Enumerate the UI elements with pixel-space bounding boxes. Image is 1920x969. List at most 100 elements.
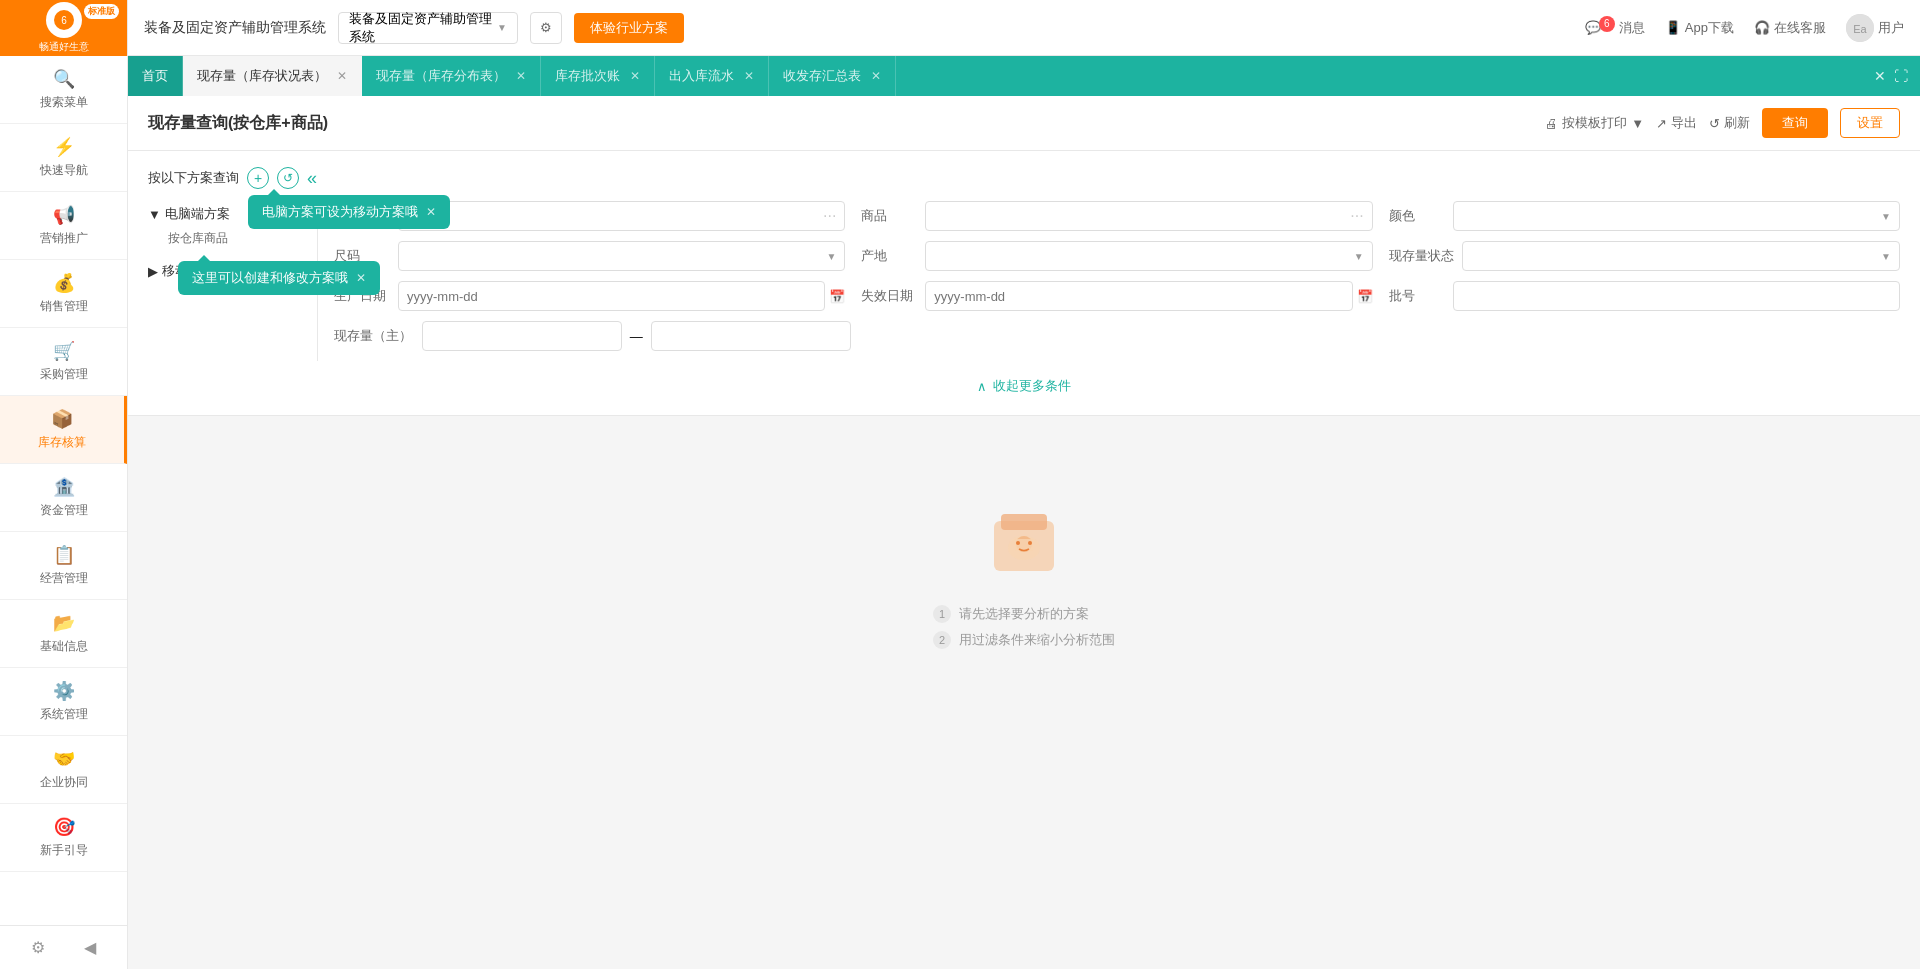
filter-row-2: 尺码 ▼ 产地 ▼ — [334, 241, 1900, 271]
sidebar-item-enterprise[interactable]: 🤝 企业协同 — [0, 736, 127, 804]
sales-icon: 💰 — [53, 272, 75, 294]
sidebar-item-operations[interactable]: 📋 经营管理 — [0, 532, 127, 600]
expire-date-calendar-icon[interactable]: 📅 — [1357, 289, 1373, 304]
system-icon: ⚙️ — [53, 680, 75, 702]
settings-btn[interactable]: 设置 — [1840, 108, 1900, 138]
prod-date-input[interactable] — [398, 281, 825, 311]
size-field: 尺码 ▼ — [334, 241, 845, 271]
export-label: 导出 — [1671, 114, 1697, 132]
refresh-btn[interactable]: ↺ 刷新 — [1709, 114, 1750, 132]
sidebar-item-basic-info[interactable]: 📂 基础信息 — [0, 600, 127, 668]
tab-inventory-status[interactable]: 现存量（库存状况表） ✕ — [183, 56, 362, 96]
tab-inventory-dist-close[interactable]: ✕ — [516, 69, 526, 83]
svg-rect-8 — [1015, 539, 1033, 551]
settings-bottom-icon[interactable]: ⚙ — [31, 938, 45, 957]
empty-svg — [979, 496, 1069, 586]
filter-fields: 仓库 ··· 商品 ··· — [334, 201, 1900, 361]
stock-qty-max[interactable] — [651, 321, 851, 351]
query-btn[interactable]: 查询 — [1762, 108, 1828, 138]
logo-icon: 6 — [46, 2, 82, 38]
stock-qty-min[interactable] — [422, 321, 622, 351]
tab-recv-send-close[interactable]: ✕ — [871, 69, 881, 83]
sidebar-label-marketing: 营销推广 — [40, 230, 88, 247]
tab-batch-ledger[interactable]: 库存批次账 ✕ — [541, 56, 655, 96]
empty-hints: 1 请先选择要分析的方案 2 用过滤条件来缩小分析范围 — [933, 605, 1115, 649]
filter-add-btn[interactable]: + — [247, 167, 269, 189]
stock-status-label: 现存量状态 — [1389, 247, 1454, 265]
tab-inout-flow-close[interactable]: ✕ — [744, 69, 754, 83]
online-service-label: 在线客服 — [1774, 19, 1826, 37]
sidebar-item-search[interactable]: 🔍 搜索菜单 — [0, 56, 127, 124]
product-input[interactable]: ··· — [925, 201, 1372, 231]
tab-inventory-status-label: 现存量（库存状况表） — [197, 67, 327, 85]
page-title: 现存量查询(按仓库+商品) — [148, 113, 328, 134]
online-service-btn[interactable]: 🎧 在线客服 — [1754, 19, 1826, 37]
tab-inventory-status-close[interactable]: ✕ — [337, 69, 347, 83]
filter-refresh-btn[interactable]: ↺ — [277, 167, 299, 189]
chevron-up-icon: ∧ — [977, 379, 987, 394]
industry-btn[interactable]: 体验行业方案 — [574, 13, 684, 43]
batch-no-label: 批号 — [1389, 287, 1445, 305]
inventory-icon: 📦 — [51, 408, 73, 430]
sidebar-item-purchase[interactable]: 🛒 采购管理 — [0, 328, 127, 396]
collapse-label: 收起更多条件 — [993, 377, 1071, 395]
user-area[interactable]: Ea 用户 — [1846, 14, 1904, 42]
tab-batch-ledger-close[interactable]: ✕ — [630, 69, 640, 83]
sidebar-nav: 🔍 搜索菜单 ⚡ 快速导航 📢 营销推广 💰 销售管理 🛒 采购管理 📦 库存核… — [0, 56, 127, 925]
message-btn[interactable]: 💬 6 消息 — [1585, 19, 1645, 37]
filter-row-3: 生产日期 📅 失效日期 📅 — [334, 281, 1900, 311]
sidebar-item-newbie[interactable]: 🎯 新手引导 — [0, 804, 127, 872]
color-arrow-icon: ▼ — [1881, 211, 1891, 222]
product-field: 商品 ··· — [861, 201, 1372, 231]
tab-batch-ledger-label: 库存批次账 — [555, 67, 620, 85]
tab-inout-flow[interactable]: 出入库流水 ✕ — [655, 56, 769, 96]
tab-home[interactable]: 首页 — [128, 56, 183, 96]
tab-recv-send-label: 收发存汇总表 — [783, 67, 861, 85]
print-icon: 🖨 — [1545, 116, 1558, 131]
print-arrow-icon: ▼ — [1631, 116, 1644, 131]
filter-back-btn[interactable]: « — [307, 168, 317, 189]
operations-icon: 📋 — [53, 544, 75, 566]
app-download-btn[interactable]: 📱 App下载 — [1665, 19, 1734, 37]
filter-header: 按以下方案查询 + ↺ « 电脑方案可设为移动方案哦 ✕ — [148, 167, 1900, 189]
refresh-label: 刷新 — [1724, 114, 1750, 132]
tab-close-all-icon[interactable]: ✕ — [1874, 68, 1886, 84]
topbar-settings-icon[interactable]: ⚙ — [530, 12, 562, 44]
scheme-popup-close-icon[interactable]: ✕ — [426, 205, 436, 219]
export-btn[interactable]: ↗ 导出 — [1656, 114, 1697, 132]
scheme-edit-close-icon[interactable]: ✕ — [356, 271, 366, 285]
quick-nav-icon: ⚡ — [53, 136, 75, 158]
system-title: 装备及固定资产辅助管理系统 — [144, 19, 326, 37]
sidebar-item-marketing[interactable]: 📢 营销推广 — [0, 192, 127, 260]
filter-area: 按以下方案查询 + ↺ « 电脑方案可设为移动方案哦 ✕ ▼ — [128, 151, 1920, 416]
warehouse-input[interactable]: ··· — [398, 201, 845, 231]
app-download-icon: 📱 — [1665, 20, 1681, 35]
stock-status-input[interactable]: ▼ — [1462, 241, 1900, 271]
sidebar-item-system[interactable]: ⚙️ 系统管理 — [0, 668, 127, 736]
svg-point-10 — [1028, 541, 1032, 545]
size-input[interactable]: ▼ — [398, 241, 845, 271]
batch-no-input[interactable] — [1453, 281, 1900, 311]
tab-inventory-dist[interactable]: 现存量（库存分布表） ✕ — [362, 56, 541, 96]
system-dropdown[interactable]: 装备及固定资产辅助管理系统 ▼ — [338, 12, 518, 44]
expire-date-input[interactable] — [925, 281, 1352, 311]
collapse-sidebar-icon[interactable]: ◀ — [84, 938, 96, 957]
sidebar-item-inventory[interactable]: 📦 库存核算 — [0, 396, 127, 464]
export-icon: ↗ — [1656, 116, 1667, 131]
origin-input[interactable]: ▼ — [925, 241, 1372, 271]
collapse-btn[interactable]: ∧ 收起更多条件 — [148, 373, 1900, 399]
main-area: 装备及固定资产辅助管理系统 装备及固定资产辅助管理系统 ▼ ⚙ 体验行业方案 💬… — [128, 0, 1920, 969]
sidebar-item-quick-nav[interactable]: ⚡ 快速导航 — [0, 124, 127, 192]
scheme-desktop-label: 电脑端方案 — [165, 205, 230, 223]
stock-qty-dash: — — [630, 329, 643, 344]
tab-expand-icon[interactable]: ⛶ — [1894, 68, 1908, 84]
tab-home-label: 首页 — [142, 67, 168, 85]
print-btn[interactable]: 🖨 按模板打印 ▼ — [1545, 114, 1644, 132]
sidebar-item-finance[interactable]: 🏦 资金管理 — [0, 464, 127, 532]
sidebar-item-sales[interactable]: 💰 销售管理 — [0, 260, 127, 328]
prod-date-calendar-icon[interactable]: 📅 — [829, 289, 845, 304]
scheme-item-warehouse[interactable]: 按仓库商品 — [162, 227, 305, 250]
tab-recv-send[interactable]: 收发存汇总表 ✕ — [769, 56, 896, 96]
finance-icon: 🏦 — [53, 476, 75, 498]
color-input[interactable]: ▼ — [1453, 201, 1900, 231]
